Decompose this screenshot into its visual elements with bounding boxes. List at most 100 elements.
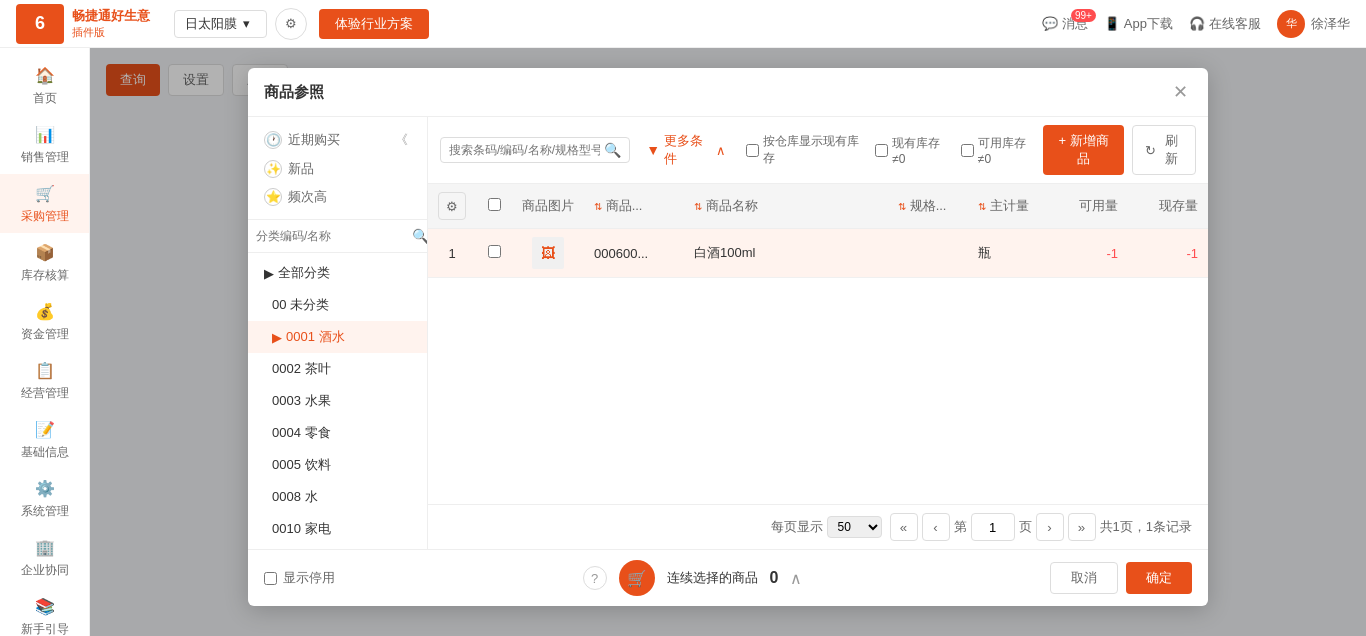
modal-close-btn[interactable]: ✕ [1168,80,1192,104]
confirm-btn[interactable]: 确定 [1126,562,1192,594]
table-header-row: ⚙ 商品图片 ⇅ [428,184,1208,229]
display-disabled-label[interactable]: 显示停用 [264,569,335,587]
help-btn[interactable]: ? [583,566,607,590]
sidebar-item-purchase[interactable]: 🛒 采购管理 [0,174,89,233]
warehouse-checkbox[interactable] [746,144,759,157]
per-page-select[interactable]: 50 100 200 [827,516,882,538]
brand-name: 畅捷通好生意 [72,7,150,25]
sidebar-label-home: 首页 [33,90,57,107]
category-search-box: 🔍 [248,220,427,253]
settings-gear[interactable]: ⚙ [275,8,307,40]
product-code: 000600... [594,246,648,261]
cat-water[interactable]: 0008 水 [248,481,427,513]
checkbox-avail[interactable]: 可用库存≠0 [961,135,1035,166]
quick-frequent-label: 频次高 [288,188,327,206]
stock-checkbox[interactable] [875,144,888,157]
display-disabled-checkbox[interactable] [264,572,277,585]
sidebar-item-finance[interactable]: 💰 资金管理 [0,292,89,351]
sidebar-item-home[interactable]: 🏠 首页 [0,56,89,115]
avail-label: 可用库存≠0 [978,135,1035,166]
product-search-icon[interactable]: 🔍 [604,142,621,158]
image-icon: 🖼 [541,245,555,261]
collapse-icon[interactable]: 《 [391,130,411,150]
footer-center: ? 🛒 连续选择的商品 0 ∧ [347,560,1038,596]
quick-frequent[interactable]: ⭐ 频次高 [256,183,419,211]
avail-checkbox[interactable] [961,144,974,157]
cat-beverage[interactable]: 0005 饮料 [248,449,427,481]
page-input[interactable] [971,513,1015,541]
last-page-btn[interactable]: » [1068,513,1096,541]
cat-uncategorized[interactable]: 00 未分类 [248,289,427,321]
sidebar-label-basic: 基础信息 [21,444,69,461]
row-checkbox[interactable] [488,245,501,258]
page-size-select: 每页显示 50 100 200 [771,516,882,538]
cell-check[interactable] [476,229,512,278]
app-download[interactable]: 📱 App下载 [1104,15,1173,33]
cat-all-label: 全部分类 [278,264,330,282]
select-all-checkbox[interactable] [488,198,501,211]
username: 徐泽华 [1311,15,1350,33]
cat-snack[interactable]: 0004 零食 [248,417,427,449]
th-code[interactable]: ⇅ 商品... [584,184,684,229]
th-name[interactable]: ⇅ 商品名称 [684,184,888,229]
sidebar-label-system: 系统管理 [21,503,69,520]
operations-icon: 📋 [34,359,56,381]
sort-icon-code: ⇅ [594,201,602,212]
add-product-btn[interactable]: + 新增商品 [1043,125,1125,175]
category-search-icon[interactable]: 🔍 [412,228,428,244]
store-selector[interactable]: 日太阳膜 ▾ [174,10,267,38]
page-nav: « ‹ 第 页 › » 共1页，1条记录 [890,513,1192,541]
collapse-footer-btn[interactable]: ∧ [790,569,802,588]
footer-left: 显示停用 [264,569,335,587]
quick-new[interactable]: ✨ 新品 [256,155,419,183]
online-service[interactable]: 🎧 在线客服 [1189,15,1261,33]
product-search-box: 🔍 [440,137,630,163]
cat-fruit[interactable]: 0003 水果 [248,385,427,417]
prev-page-btn[interactable]: ‹ [922,513,950,541]
toolbar-right: + 新增商品 ↻ 刷新 [1043,125,1196,175]
checkbox-stock[interactable]: 现有库存≠0 [875,135,949,166]
pagination: 每页显示 50 100 200 « ‹ 第 页 [428,504,1208,549]
sidebar-item-operations[interactable]: 📋 经营管理 [0,351,89,410]
cat-appliance[interactable]: 0010 家电 [248,513,427,545]
sidebar-item-basic[interactable]: 📝 基础信息 [0,410,89,469]
product-search-input[interactable] [449,143,600,157]
trial-btn[interactable]: 体验行业方案 [319,9,429,39]
cat-tea[interactable]: 0002 茶叶 [248,353,427,385]
cart-btn[interactable]: 🛒 [619,560,655,596]
brand-sub: 插件版 [72,25,150,40]
filter-more-btn[interactable]: ▼ 更多条件 ∧ [638,128,733,172]
message-badge[interactable]: 💬 消息 99+ [1042,15,1088,33]
th-num: ⚙ [428,184,476,229]
basic-icon: 📝 [34,418,56,440]
table-settings-icon[interactable]: ⚙ [438,192,466,220]
th-spec[interactable]: ⇅ 规格... [888,184,968,229]
category-search-input[interactable] [256,229,406,243]
cell-num: 1 [428,229,476,278]
modal-body: 🕐 近期购买 《 ✨ 新品 ⭐ 频次高 [248,117,1208,549]
cat-liquor[interactable]: ▶ 0001 酒水 [248,321,427,353]
th-unit[interactable]: ⇅ 主计量 [968,184,1048,229]
sidebar-item-enterprise[interactable]: 🏢 企业协同 [0,528,89,587]
cat-uncategorized-label: 00 未分类 [272,296,329,314]
product-table: ⚙ 商品图片 ⇅ [428,184,1208,278]
cell-unit: 瓶 [968,229,1048,278]
quick-recent[interactable]: 🕐 近期购买 《 [256,125,419,155]
sidebar-item-guide[interactable]: 📚 新手引导 [0,587,89,636]
sidebar-label-guide: 新手引导 [21,621,69,636]
refresh-btn[interactable]: ↻ 刷新 [1132,125,1196,175]
mobile-icon: 📱 [1104,16,1120,31]
product-table-wrapper: ⚙ 商品图片 ⇅ [428,184,1208,504]
next-page-btn[interactable]: › [1036,513,1064,541]
first-page-btn[interactable]: « [890,513,918,541]
cat-fruit-label: 0003 水果 [272,392,331,410]
sidebar-item-sales[interactable]: 📊 销售管理 [0,115,89,174]
checkbox-warehouse[interactable]: 按仓库显示现有库存 [746,133,864,167]
sidebar-item-inventory[interactable]: 📦 库存核算 [0,233,89,292]
th-check [476,184,512,229]
sidebar-item-system[interactable]: ⚙️ 系统管理 [0,469,89,528]
cancel-btn[interactable]: 取消 [1050,562,1118,594]
cat-all[interactable]: ▶ 全部分类 [248,257,427,289]
table-row[interactable]: 1 🖼 [428,229,1208,278]
user-area[interactable]: 华 徐泽华 [1277,10,1350,38]
